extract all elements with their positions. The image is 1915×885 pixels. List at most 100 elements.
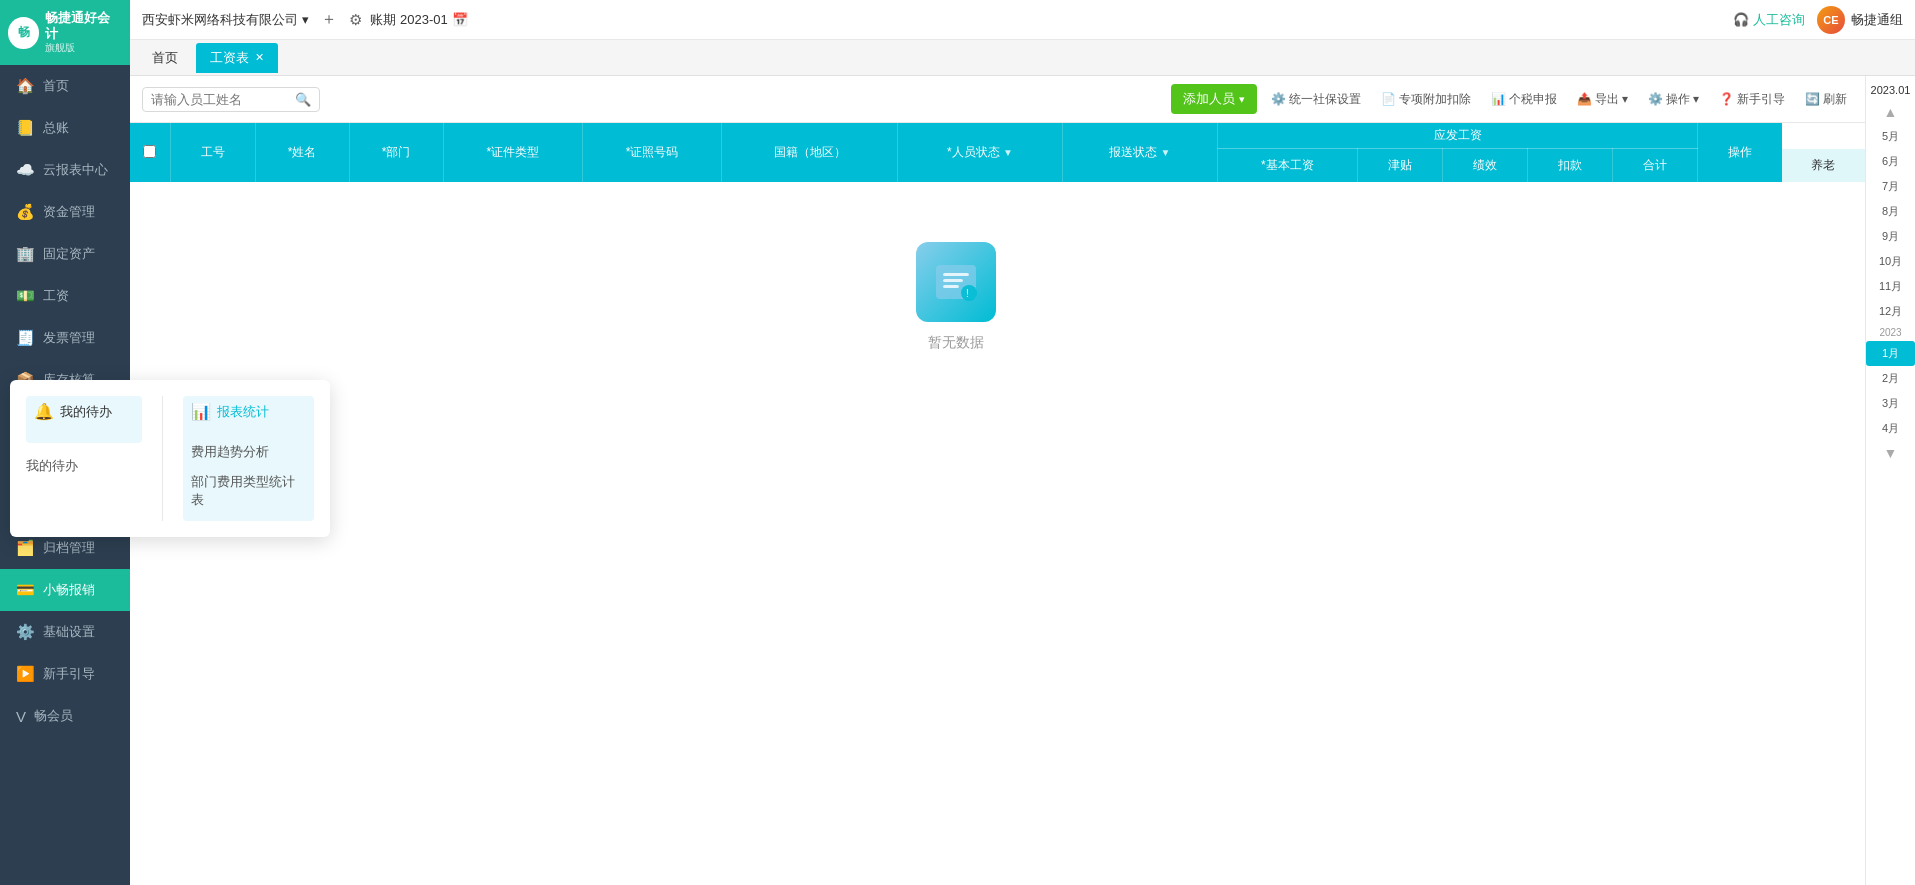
add-person-dropdown-icon: ▾: [1239, 93, 1245, 106]
table-header-row1: 工号 *姓名 *部门 *证件类型 *证照号码 国籍（地区） *人员状态 ▼ 报送…: [130, 123, 1865, 149]
period-display: 账期 2023-01 📅: [370, 11, 468, 29]
th-name: *姓名: [255, 123, 349, 182]
period-header: 2023.01: [1869, 80, 1913, 100]
export-button[interactable]: 📤 导出 ▾: [1571, 87, 1634, 112]
sidebar-logo[interactable]: 畅 畅捷通好会计 旗舰版: [0, 0, 130, 65]
topbar-right: 🎧 人工咨询 CE 畅捷通组: [1733, 6, 1903, 34]
th-deduction: 扣款: [1527, 149, 1612, 183]
popup-my-todo[interactable]: 我的待办: [26, 451, 142, 481]
avatar: CE: [1817, 6, 1845, 34]
right-panel: 2023.01 ▲ 5月 6月 7月 8月 9月 10月 11月 12月 202…: [1865, 76, 1915, 885]
th-checkbox: [130, 123, 170, 182]
support-label: 人工咨询: [1753, 11, 1805, 29]
operation-label: 操作: [1666, 91, 1690, 108]
sidebar-label-fixed-assets: 固定资产: [43, 245, 95, 263]
social-icon: ⚙️: [1271, 92, 1286, 106]
month-nav-up[interactable]: ▲: [1880, 100, 1902, 124]
svg-rect-1: [943, 273, 969, 276]
svg-point-4: [961, 285, 977, 301]
person-status-filter-icon[interactable]: ▼: [1003, 147, 1013, 158]
sidebar-item-ledger[interactable]: 📒 总账: [0, 107, 130, 149]
ledger-icon: 📒: [16, 119, 35, 137]
add-person-button[interactable]: 添加人员 ▾: [1171, 84, 1257, 114]
company-selector[interactable]: 西安虾米网络科技有限公司 ▾: [142, 11, 309, 29]
th-should-pay-group: 应发工资: [1218, 123, 1698, 149]
th-person-status: *人员状态 ▼: [898, 123, 1062, 182]
special-deduct-button[interactable]: 📄 专项附加扣除: [1375, 87, 1477, 112]
calendar-icon[interactable]: 📅: [452, 12, 468, 27]
refresh-button[interactable]: 🔄 刷新: [1799, 87, 1853, 112]
select-all-checkbox[interactable]: [143, 145, 156, 158]
main-area: 西安虾米网络科技有限公司 ▾ ＋ ⚙ 账期 2023-01 📅 🎧 人工咨询 C…: [130, 0, 1915, 885]
guide-icon: ❓: [1719, 92, 1734, 106]
search-input[interactable]: [151, 92, 291, 107]
sidebar-label-cloud-report: 云报表中心: [43, 161, 108, 179]
month-item-2022-10[interactable]: 10月: [1866, 249, 1915, 274]
popup-dept-cost[interactable]: 部门费用类型统计表: [191, 467, 307, 515]
new-guide-button[interactable]: ❓ 新手引导: [1713, 87, 1791, 112]
archive-icon: 🗂️: [16, 539, 35, 557]
svg-rect-3: [943, 285, 959, 288]
tabbar: 首页 工资表 ✕: [130, 40, 1915, 76]
search-box: 🔍: [142, 87, 320, 112]
th-allowance: 津贴: [1357, 149, 1442, 183]
svg-rect-2: [943, 279, 963, 282]
sidebar-label-xiaochang: 小畅报销: [43, 581, 95, 599]
operation-button[interactable]: ⚙️ 操作 ▾: [1642, 87, 1705, 112]
settings-icon[interactable]: ⚙: [349, 11, 362, 29]
deduct-icon: 📄: [1381, 92, 1396, 106]
sidebar-item-basic-settings[interactable]: ⚙️基础设置: [0, 611, 130, 653]
month-item-2022-9[interactable]: 9月: [1866, 224, 1915, 249]
svg-text:!: !: [966, 288, 969, 299]
month-item-2022-6[interactable]: 6月: [1866, 149, 1915, 174]
guide-icon: ▶️: [16, 665, 35, 683]
sidebar-item-cloud-report[interactable]: ☁️ 云报表中心: [0, 149, 130, 191]
month-item-2022-8[interactable]: 8月: [1866, 199, 1915, 224]
user-menu[interactable]: CE 畅捷通组: [1817, 6, 1903, 34]
invoice-icon: 🧾: [16, 329, 35, 347]
sidebar-item-invoice[interactable]: 🧾 发票管理: [0, 317, 130, 359]
sidebar-item-fund[interactable]: 💰资金管理: [0, 191, 130, 233]
home-icon: 🏠: [16, 77, 35, 95]
month-item-2022-12[interactable]: 12月: [1866, 299, 1915, 324]
month-item-2022-11[interactable]: 11月: [1866, 274, 1915, 299]
social-insurance-button[interactable]: ⚙️ 统一社保设置: [1265, 87, 1367, 112]
month-item-2023-2[interactable]: 2月: [1866, 366, 1915, 391]
tab-home[interactable]: 首页: [138, 43, 192, 73]
username-label: 畅捷通组: [1851, 11, 1903, 29]
toolbar: 🔍 添加人员 ▾ ⚙️ 统一社保设置 📄 专项附加扣除: [130, 76, 1865, 123]
main-content: 🔍 添加人员 ▾ ⚙️ 统一社保设置 📄 专项附加扣除: [130, 76, 1865, 885]
support-button[interactable]: 🎧 人工咨询: [1733, 11, 1805, 29]
period-label: 账期: [370, 11, 396, 29]
tab-salary[interactable]: 工资表 ✕: [196, 43, 278, 73]
export-arrow: ▾: [1622, 92, 1628, 106]
sidebar-label-invoice: 发票管理: [43, 329, 95, 347]
search-icon[interactable]: 🔍: [295, 92, 311, 107]
cloud-report-icon: ☁️: [16, 161, 35, 179]
month-item-2022-7[interactable]: 7月: [1866, 174, 1915, 199]
sidebar-item-salary[interactable]: 💵工资: [0, 275, 130, 317]
sidebar-item-guide[interactable]: ▶️ 新手引导: [0, 653, 130, 695]
empty-text: 暂无数据: [928, 334, 984, 352]
month-nav-down[interactable]: ▼: [1880, 441, 1902, 465]
sidebar-item-member[interactable]: V畅会员: [0, 695, 130, 737]
sidebar-item-home[interactable]: 🏠首页: [0, 65, 130, 107]
tax-icon: 📊: [1491, 92, 1506, 106]
popup-cost-trend[interactable]: 费用趋势分析: [191, 437, 307, 467]
th-id-type: *证件类型: [443, 123, 582, 182]
sidebar-label-guide: 新手引导: [43, 665, 95, 683]
sidebar-label-ledger: 总账: [43, 119, 69, 137]
month-item-2022-5[interactable]: 5月: [1866, 124, 1915, 149]
tax-report-button[interactable]: 📊 个税申报: [1485, 87, 1563, 112]
month-item-2023-3[interactable]: 3月: [1866, 391, 1915, 416]
guide-label: 新手引导: [1737, 91, 1785, 108]
sidebar-label-salary: 工资: [43, 287, 69, 305]
month-item-2023-4[interactable]: 4月: [1866, 416, 1915, 441]
submit-status-filter-icon[interactable]: ▼: [1161, 147, 1171, 158]
sidebar-item-xiaochang[interactable]: 💳小畅报销: [0, 569, 130, 611]
tab-close-icon[interactable]: ✕: [255, 51, 264, 64]
add-company-button[interactable]: ＋: [317, 9, 341, 30]
sidebar-item-fixed-assets[interactable]: 🏢固定资产: [0, 233, 130, 275]
month-item-2023-1[interactable]: 1月: [1866, 341, 1915, 366]
popup-todo-title: 🔔 我的待办: [34, 402, 134, 427]
